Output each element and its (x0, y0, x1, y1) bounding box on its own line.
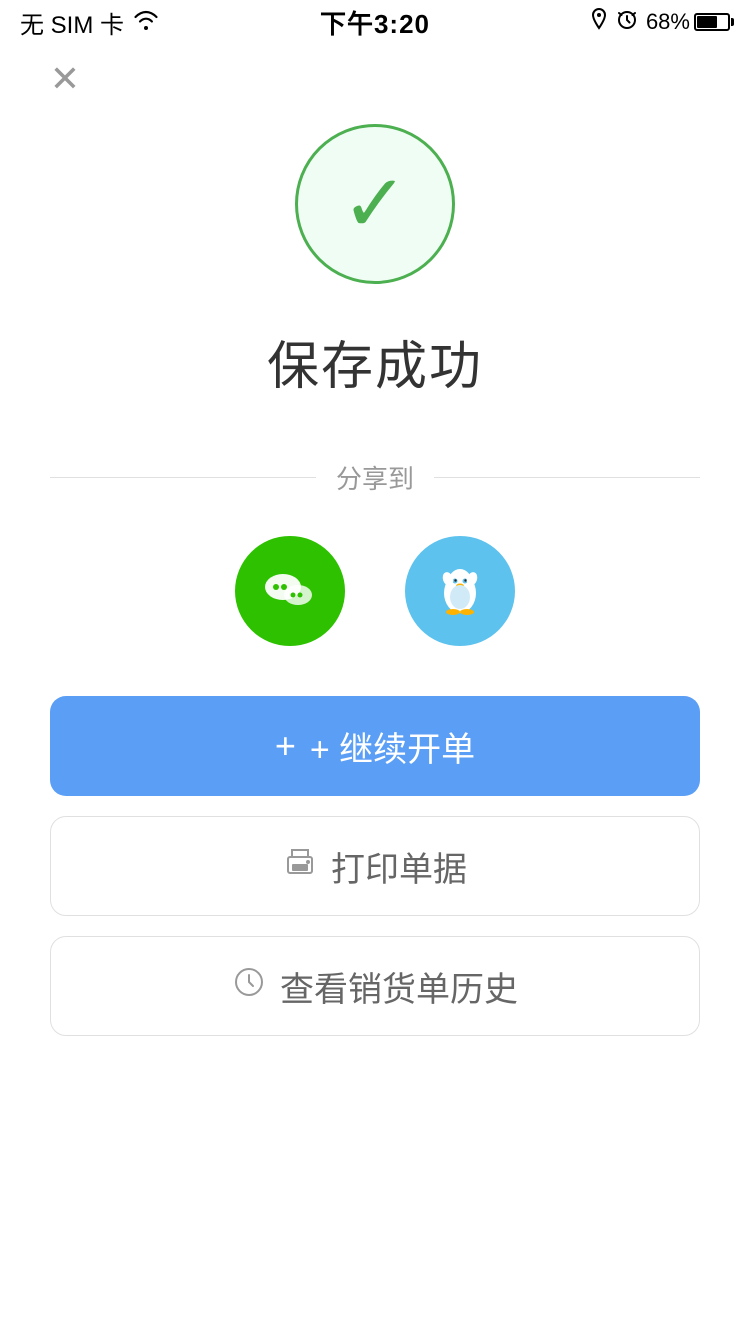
print-button[interactable]: 打印单据 (50, 816, 700, 916)
success-circle: ✓ (295, 124, 455, 284)
alarm-icon (616, 8, 638, 36)
wechat-icon (258, 559, 323, 624)
status-left: 无 SIM 卡 (20, 5, 160, 40)
status-right: 68% (590, 8, 730, 36)
wifi-icon (132, 8, 160, 37)
battery-icon (694, 13, 730, 31)
continue-label: + 继续开单 (310, 722, 475, 771)
history-button[interactable]: 查看销货单历史 (50, 936, 700, 1036)
main-content: ✓ 保存成功 分享到 (0, 44, 750, 1036)
print-label: 打印单据 (331, 842, 467, 891)
close-icon: ✕ (50, 61, 80, 97)
share-section: 分享到 (0, 459, 750, 646)
close-button[interactable]: ✕ (40, 54, 90, 104)
history-label: 查看销货单历史 (280, 962, 518, 1011)
wechat-share-button[interactable] (235, 536, 345, 646)
share-label: 分享到 (336, 459, 414, 496)
divider-left (50, 477, 316, 478)
qq-share-button[interactable] (405, 536, 515, 646)
sim-status: 无 SIM 卡 (20, 5, 124, 40)
history-icon (232, 965, 266, 1008)
print-icon (283, 845, 317, 888)
status-bar: 无 SIM 卡 下午3:20 68% (0, 0, 750, 44)
battery-percent: 68% (646, 9, 690, 35)
share-divider: 分享到 (50, 459, 700, 496)
status-time: 下午3:20 (320, 4, 430, 41)
continue-plus-icon: + (275, 725, 296, 767)
battery-indicator: 68% (646, 9, 730, 35)
location-icon (590, 8, 608, 36)
qq-icon (430, 561, 490, 621)
divider-right (434, 477, 700, 478)
continue-button[interactable]: + + 继续开单 (50, 696, 700, 796)
action-buttons: + + 继续开单 打印单据 查看销货 (0, 696, 750, 1036)
share-icons (50, 536, 700, 646)
success-title: 保存成功 (267, 324, 483, 399)
checkmark-icon: ✓ (341, 164, 408, 244)
